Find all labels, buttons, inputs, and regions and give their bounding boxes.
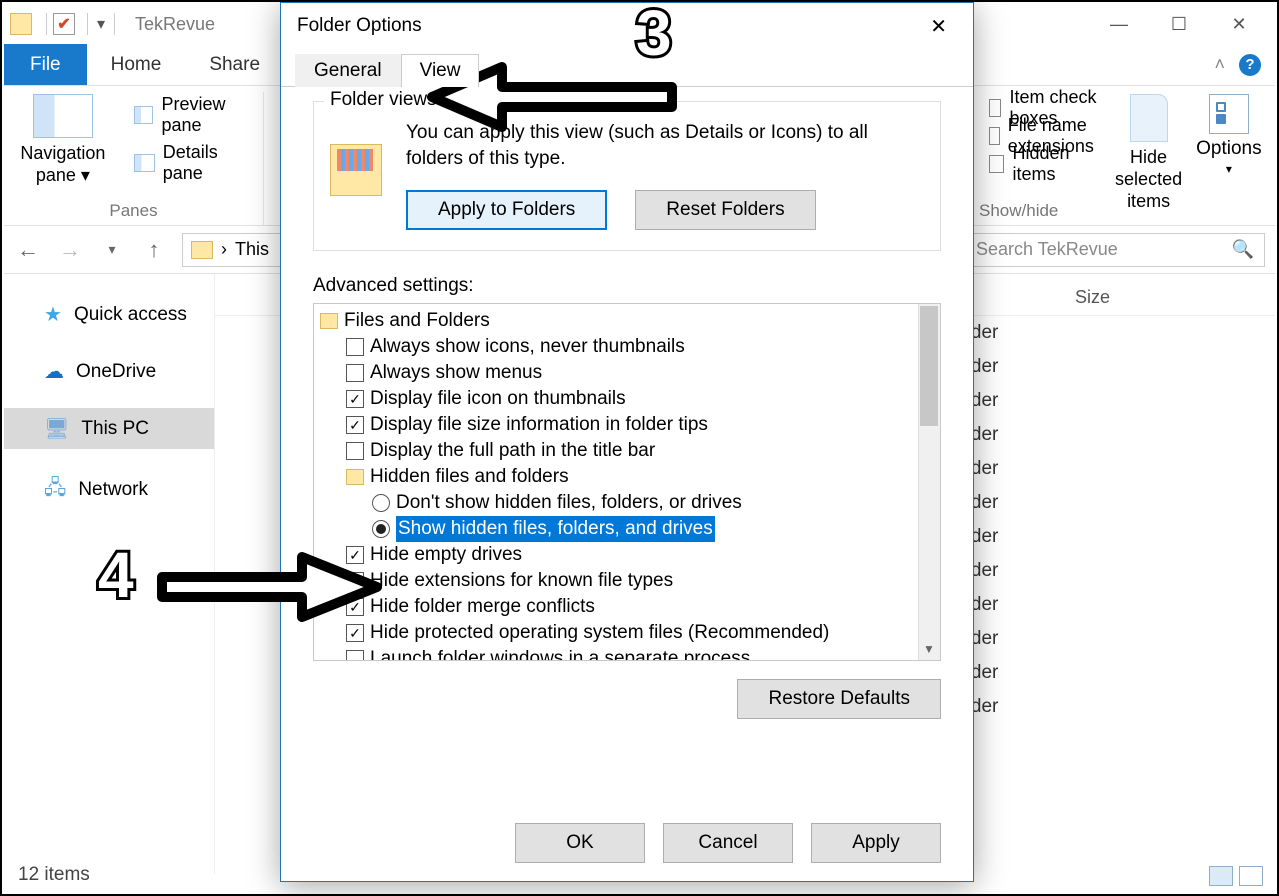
reset-folders-button[interactable]: Reset Folders	[635, 190, 815, 230]
folder-views-text: You can apply this view (such as Details…	[406, 120, 924, 172]
net-icon: 🖧	[44, 473, 66, 507]
search-icon: 🔍	[1232, 239, 1254, 260]
pc-icon: 🖥	[44, 416, 69, 441]
ribbon-group-showhide-label: Show/hide	[975, 201, 1275, 221]
ribbon-group-panes-label: Panes	[4, 201, 263, 221]
folder-thumb-icon	[330, 144, 382, 196]
star-icon: ★	[44, 302, 62, 327]
tree-item[interactable]: Launch folder windows in a separate proc…	[320, 646, 916, 661]
navigation-sidebar: ★Quick access ☁OneDrive 🖥This PC 🖧Network	[4, 274, 215, 874]
thumbnails-view-icon[interactable]	[1239, 866, 1263, 886]
sidebar-item-quick-access[interactable]: ★Quick access	[4, 294, 214, 335]
ok-button[interactable]: OK	[515, 823, 645, 863]
checkbox-icon[interactable]: ✓	[346, 572, 364, 590]
collapse-ribbon-icon[interactable]: ˄	[1214, 54, 1225, 75]
qat-dropdown-icon[interactable]: ▾	[94, 14, 108, 34]
checkbox-icon[interactable]	[346, 364, 364, 382]
preview-pane-button[interactable]: Preview pane	[134, 94, 249, 136]
folder-views-group: Folder views You can apply this view (su…	[313, 101, 941, 251]
checkbox-icon[interactable]: ✓	[346, 546, 364, 564]
sidebar-item-onedrive[interactable]: ☁OneDrive	[4, 351, 214, 392]
breadcrumb[interactable]: › This	[182, 233, 292, 267]
navigation-pane-button[interactable]: Navigation pane ▾	[18, 94, 108, 190]
help-icon[interactable]: ?	[1239, 54, 1261, 76]
sidebar-item-this-pc[interactable]: 🖥This PC	[4, 408, 214, 449]
preview-pane-icon	[134, 106, 154, 124]
file-tab[interactable]: File	[4, 44, 87, 85]
cancel-button[interactable]: Cancel	[663, 823, 793, 863]
folder-icon	[191, 241, 213, 259]
checkbox-icon[interactable]	[346, 338, 364, 356]
window-title: TekRevue	[135, 14, 215, 35]
checkbox-icon[interactable]: ✓	[346, 390, 364, 408]
hidden-items-toggle[interactable]: Hidden items	[989, 150, 1101, 178]
tree-root[interactable]: Files and Folders	[320, 308, 916, 334]
navigation-pane-icon	[33, 94, 93, 138]
tree-item[interactable]: ✓Hide protected operating system files (…	[320, 620, 916, 646]
folder-options-dialog: Folder Options ✕ General View Search Fol…	[280, 2, 974, 882]
folder-icon	[10, 13, 32, 35]
scroll-thumb[interactable]	[920, 306, 938, 426]
tree-item[interactable]: ✓Hide extensions for known file types	[320, 568, 916, 594]
search-input[interactable]: Search TekRevue 🔍	[965, 233, 1265, 267]
qat-properties-icon[interactable]: ✔	[53, 13, 75, 35]
ribbon-tab-home[interactable]: Home	[87, 44, 186, 85]
details-view-icon[interactable]	[1209, 866, 1233, 886]
dialog-title: Folder Options	[297, 15, 422, 37]
tree-item[interactable]: ✓Hide folder merge conflicts	[320, 594, 916, 620]
dialog-tabs: General View Search	[281, 49, 973, 87]
tree-item[interactable]: Always show icons, never thumbnails	[320, 334, 916, 360]
document-icon	[1130, 94, 1168, 142]
tree-item[interactable]: Display the full path in the title bar	[320, 438, 916, 464]
up-button[interactable]: ↑	[140, 237, 168, 263]
checkbox-icon[interactable]	[346, 650, 364, 661]
back-button[interactable]: ←	[14, 237, 42, 263]
folder-icon	[320, 313, 338, 329]
tree-item[interactable]: Always show menus	[320, 360, 916, 386]
tree-item[interactable]: ✓Display file size information in folder…	[320, 412, 916, 438]
checkbox-icon[interactable]	[346, 442, 364, 460]
hide-selected-button[interactable]: Hide selected items	[1115, 94, 1182, 212]
checkbox-icon[interactable]: ✓	[346, 624, 364, 642]
dialog-titlebar: Folder Options ✕	[281, 3, 973, 49]
tree-item[interactable]: ✓Hide empty drives	[320, 542, 916, 568]
history-dropdown[interactable]: ▾	[98, 241, 126, 258]
forward-button[interactable]: →	[56, 237, 84, 263]
close-button[interactable]: ✕	[1209, 5, 1269, 43]
details-pane-icon	[134, 154, 155, 172]
scroll-down-icon[interactable]: ▼	[918, 638, 940, 660]
tab-general[interactable]: General	[295, 54, 401, 87]
tree-item[interactable]: Don't show hidden files, folders, or dri…	[320, 490, 916, 516]
advanced-settings-tree[interactable]: Files and FoldersAlways show icons, neve…	[313, 303, 941, 661]
advanced-settings-label: Advanced settings:	[313, 275, 941, 297]
details-pane-button[interactable]: Details pane	[134, 142, 249, 184]
minimize-button[interactable]: —	[1089, 5, 1149, 43]
options-icon	[1209, 94, 1249, 134]
tree-item[interactable]: Show hidden files, folders, and drives	[320, 516, 916, 542]
apply-to-folders-button[interactable]: Apply to Folders	[406, 190, 607, 230]
tree-scrollbar[interactable]: ▲ ▼	[918, 304, 940, 660]
folder-views-legend: Folder views	[324, 89, 443, 111]
checkbox-icon[interactable]: ✓	[346, 416, 364, 434]
maximize-button[interactable]: ☐	[1149, 5, 1209, 43]
radio-icon[interactable]	[372, 520, 390, 538]
ribbon-tab-share[interactable]: Share	[185, 44, 284, 85]
cloud-icon: ☁	[44, 359, 64, 384]
tree-item[interactable]: ✓Display file icon on thumbnails	[320, 386, 916, 412]
radio-icon[interactable]	[372, 494, 390, 512]
status-bar: 12 items	[18, 864, 90, 886]
tab-view[interactable]: View	[401, 54, 480, 87]
folder-icon	[346, 469, 364, 485]
apply-button[interactable]: Apply	[811, 823, 941, 863]
restore-defaults-button[interactable]: Restore Defaults	[737, 679, 941, 719]
column-size[interactable]: Size	[1075, 287, 1275, 308]
tree-item[interactable]: Hidden files and folders	[320, 464, 916, 490]
sidebar-item-network[interactable]: 🖧Network	[4, 465, 214, 515]
dialog-close-button[interactable]: ✕	[920, 10, 957, 43]
options-button[interactable]: Options▾	[1196, 94, 1261, 178]
checkbox-icon[interactable]: ✓	[346, 598, 364, 616]
